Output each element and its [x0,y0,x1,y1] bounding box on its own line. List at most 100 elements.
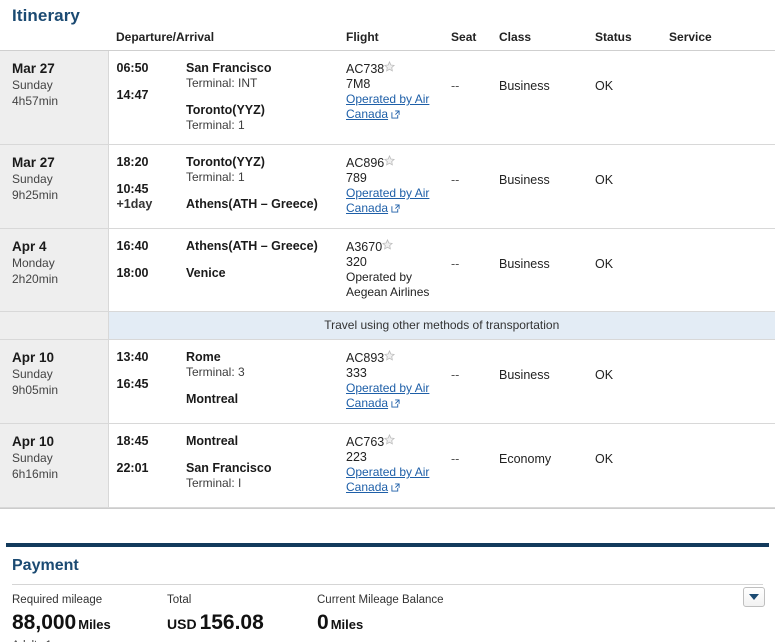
mileage-balance-unit: Miles [331,617,364,632]
segment-seat: -- [451,340,499,424]
departure-time-row: 16:40 [117,239,187,254]
segment-duration: 4h57min [12,93,108,109]
departure-time-row: 06:50 [117,61,187,76]
status-badge: OK [595,424,669,508]
arrival-location: Montreal [186,392,346,407]
table-row: Mar 27Sunday9h25min18:2010:45 +1dayToron… [0,145,775,229]
operated-by-row: Operated by Air Canada [346,381,447,412]
segment-date: Apr 10 [12,434,108,450]
departure-city: Athens(ATH – Greece) [186,239,346,254]
segment-flight-cell: AC893333Operated by Air Canada [346,340,451,424]
flight-number: AC893 [346,351,384,365]
chevron-down-icon [749,594,759,600]
external-link-icon [391,481,400,496]
mileage-balance-label: Current Mileage Balance [317,594,617,606]
segment-weekday: Sunday [12,77,108,93]
mileage-balance-value: 0Miles [317,611,617,635]
segment-flight-cell: A3670320Operated by Aegean Airlines [346,229,451,312]
segment-class: Business [499,145,595,229]
departure-location: Athens(ATH – Greece) [186,239,346,254]
segment-date: Apr 10 [12,350,108,366]
column-header-service: Service [669,30,775,51]
column-header-class: Class [499,30,595,51]
segment-class: Economy [499,424,595,508]
aircraft-equipment: 789 [346,171,447,186]
external-link-icon [391,202,400,217]
payment-summary: Required mileage 88,000Miles Adult x1 To… [0,585,775,642]
departure-terminal: Terminal: INT [186,76,346,91]
external-link-icon [391,397,400,412]
segment-weekday: Monday [12,255,108,271]
segment-cities-cell: RomeTerminal: 3Montreal [186,340,346,424]
operated-by-link[interactable]: Operated by Air Canada [346,92,429,121]
star-icon[interactable] [384,436,395,448]
segment-times-cell: 18:2010:45 +1day [108,145,186,229]
operated-by-row: Operated by Aegean Airlines [346,270,447,300]
segment-service [669,424,775,508]
arrival-location: Athens(ATH – Greece) [186,197,346,212]
segment-class: Business [499,51,595,145]
departure-city: San Francisco [186,61,346,76]
departure-time: 18:20 [117,155,149,169]
flight-number-row: AC893 [346,350,447,366]
segment-class: Business [499,340,595,424]
operated-by-row: Operated by Air Canada [346,186,447,217]
departure-location: Toronto(YYZ)Terminal: 1 [186,155,346,185]
departure-city: Toronto(YYZ) [186,155,346,170]
departure-time: 13:40 [117,350,149,364]
arrival-time-row: 14:47 [117,88,187,103]
operated-by-link[interactable]: Operated by Air Canada [346,381,429,410]
segment-seat: -- [451,229,499,312]
mileage-balance-block: Current Mileage Balance 0Miles [317,594,617,642]
segment-service [669,145,775,229]
segment-duration: 2h20min [12,271,108,287]
segment-seat: -- [451,145,499,229]
segment-service [669,51,775,145]
segment-duration: 9h25min [12,187,108,203]
segment-service [669,340,775,424]
column-header-seat: Seat [451,30,499,51]
operated-by-row: Operated by Air Canada [346,92,447,123]
total-value: USD156.08 [167,611,317,635]
departure-time: 16:40 [117,239,149,253]
itinerary-table: Departure/Arrival Flight Seat Class Stat… [0,30,775,508]
segment-seat: -- [451,424,499,508]
star-icon[interactable] [384,352,395,364]
departure-location: Montreal [186,434,346,449]
required-mileage-block: Required mileage 88,000Miles Adult x1 [12,594,167,642]
operated-by-link[interactable]: Operated by Air Canada [346,465,429,494]
payment-dropdown-button[interactable] [743,587,765,607]
payment-title: Payment [0,547,775,584]
segment-flight-cell: AC896789Operated by Air Canada [346,145,451,229]
itinerary-page: Itinerary Departure/Arrival Flight Seat … [0,0,775,642]
segment-date: Mar 27 [12,61,108,77]
star-icon[interactable] [384,63,395,75]
segment-times-cell: 18:4522:01 [108,424,186,508]
table-row: Apr 10Sunday6h16min18:4522:01Montreal San… [0,424,775,508]
table-row: Mar 27Sunday4h57min06:5014:47San Francis… [0,51,775,145]
departure-terminal: Terminal: 1 [186,170,346,185]
arrival-location: San FranciscoTerminal: I [186,461,346,491]
required-mileage-number: 88,000 [12,611,76,634]
departure-location: San FranciscoTerminal: INT [186,61,346,91]
arrival-terminal: Terminal: 1 [186,118,346,133]
segment-date-cell: Apr 10Sunday6h16min [0,424,108,508]
aircraft-equipment: 7M8 [346,77,447,92]
table-row: Apr 10Sunday9h05min13:4016:45RomeTermina… [0,340,775,424]
page-title: Itinerary [0,0,775,30]
segment-duration: 9h05min [12,382,108,398]
aircraft-equipment: 333 [346,366,447,381]
operated-by-link[interactable]: Operated by Air Canada [346,186,429,215]
status-badge: OK [595,145,669,229]
arrival-time: 10:45 [117,182,149,196]
star-icon[interactable] [382,241,393,253]
segment-times-cell: 06:50 14:47 [108,51,186,145]
star-icon[interactable] [384,157,395,169]
segment-weekday: Sunday [12,171,108,187]
arrival-city: Athens(ATH – Greece) [186,197,346,212]
segment-flight-cell: AC763223Operated by Air Canada [346,424,451,508]
total-amount: 156.08 [200,611,264,634]
flight-number: A3670 [346,240,382,254]
segment-date: Mar 27 [12,155,108,171]
departure-city: Rome [186,350,346,365]
